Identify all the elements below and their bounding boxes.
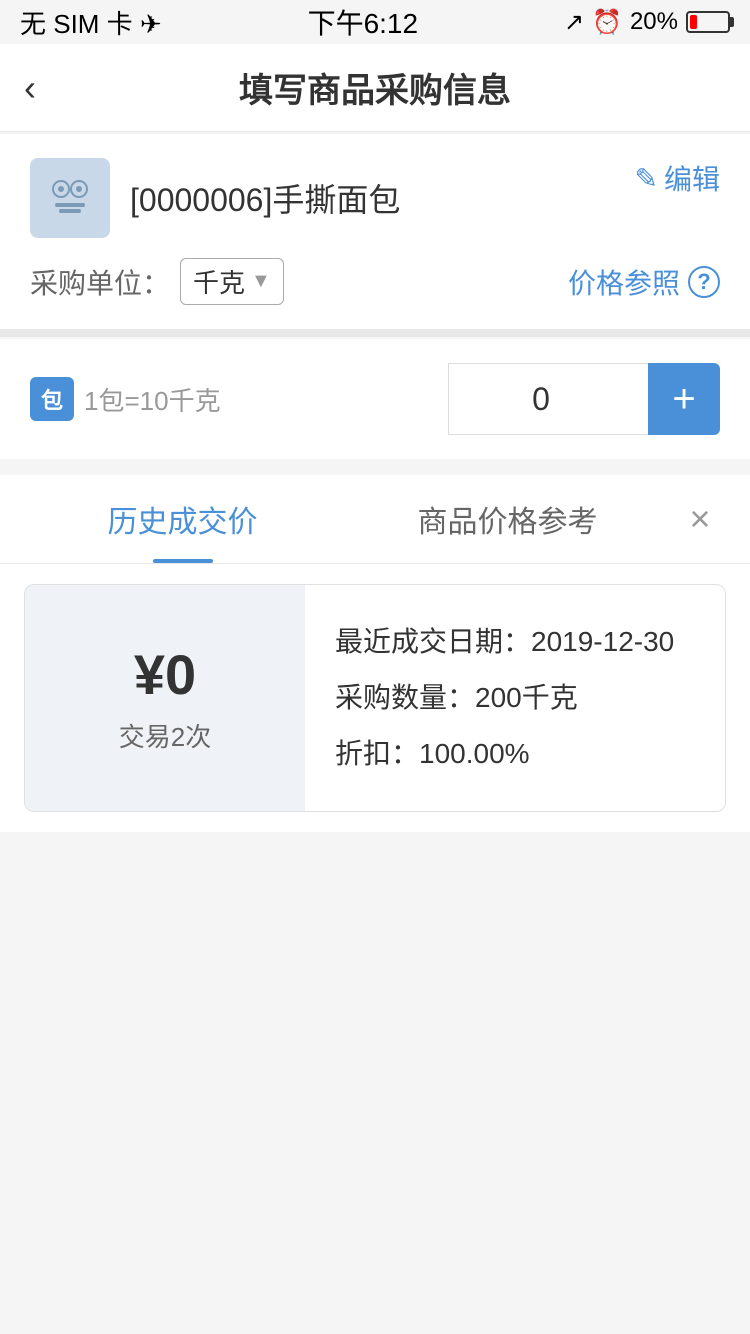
tabs-header: 历史成交价 商品价格参考 × [0,475,750,564]
transaction-discount-row: 折扣：100.00% [335,733,695,775]
tab-history-price-label: 历史成交价 [108,497,258,541]
tab-active-indicator [153,559,213,563]
card-price-summary: ¥0 交易2次 [25,585,305,811]
quantity-input[interactable] [448,363,648,435]
transaction-card: ¥0 交易2次 最近成交日期：2019-12-30 采购数量：200千克 折扣：… [24,584,726,812]
transaction-qty-row: 采购数量：200千克 [335,677,695,719]
tab-product-price-ref-label: 商品价格参考 [418,497,598,541]
discount-value: 100.00% [419,738,530,769]
product-thumbnail [30,158,110,238]
tab-history-price[interactable]: 历史成交价 [20,475,345,563]
battery-percent: 20% [630,8,678,36]
back-button[interactable]: ‹ [24,67,36,109]
status-time: 下午6:12 [308,2,419,42]
transaction-price: ¥0 [134,642,196,707]
transaction-times: 交易2次 [119,717,211,754]
nav-bar: ‹ 填写商品采购信息 [0,44,750,132]
divider-1 [0,329,750,337]
product-section: [0000006]手撕面包 ✎ 编辑 采购单位： 千克 ▼ 价格参照 ? [0,134,750,329]
product-meta: 采购单位： 千克 ▼ 价格参照 ? [30,258,720,305]
page-title: 填写商品采购信息 [239,63,511,112]
battery-icon [686,11,730,33]
sim-signal-text: 无 SIM 卡 ✈ [20,4,162,41]
product-header: [0000006]手撕面包 ✎ 编辑 [30,158,720,238]
conversion-text: 1包=10千克 [84,381,221,418]
price-ref-label: 价格参照 [568,262,680,302]
help-icon: ? [688,266,720,298]
battery-tip [730,17,734,27]
dropdown-arrow-icon: ▼ [251,270,271,293]
unit-select-dropdown[interactable]: 千克 ▼ [180,258,284,305]
unit-value: 千克 [193,263,245,300]
unit-label: 采购单位： [30,262,170,302]
status-bar: 无 SIM 卡 ✈ 下午6:12 ↗ ⏰ 20% [0,0,750,44]
edit-label: 编辑 [664,158,720,198]
date-label: 最近成交日期： [335,626,531,657]
date-value: 2019-12-30 [531,626,674,657]
card-details: 最近成交日期：2019-12-30 采购数量：200千克 折扣：100.00% [305,585,725,811]
unit-row: 采购单位： 千克 ▼ [30,258,284,305]
quantity-label: 包 1包=10千克 [30,377,221,421]
quantity-controls: + [448,363,720,435]
status-right: ↗ ⏰ 20% [564,8,730,37]
discount-label: 折扣： [335,738,419,769]
transaction-date-row: 最近成交日期：2019-12-30 [335,621,695,663]
card-container: ¥0 交易2次 最近成交日期：2019-12-30 采购数量：200千克 折扣：… [0,564,750,832]
battery-fill [690,15,697,29]
tabs-section: 历史成交价 商品价格参考 × ¥0 交易2次 最近成交日期：2019-12-30… [0,475,750,832]
quantity-section: 包 1包=10千克 + [0,339,750,459]
location-icon: ↗ [564,8,584,37]
tab-product-price-ref[interactable]: 商品价格参考 [345,475,670,563]
product-left: [0000006]手撕面包 [30,158,400,238]
tabs-close-button[interactable]: × [670,475,730,563]
status-left: 无 SIM 卡 ✈ [20,4,162,41]
alarm-icon: ⏰ [592,8,622,37]
product-name: [0000006]手撕面包 [130,175,400,221]
qty-value: 200千克 [475,682,578,713]
edit-button[interactable]: ✎ 编辑 [635,158,720,198]
price-reference-button[interactable]: 价格参照 ? [568,262,720,302]
edit-icon: ✎ [635,162,658,195]
quantity-plus-button[interactable]: + [648,363,720,435]
package-icon: 包 [30,377,74,421]
qty-label: 采购数量： [335,682,475,713]
